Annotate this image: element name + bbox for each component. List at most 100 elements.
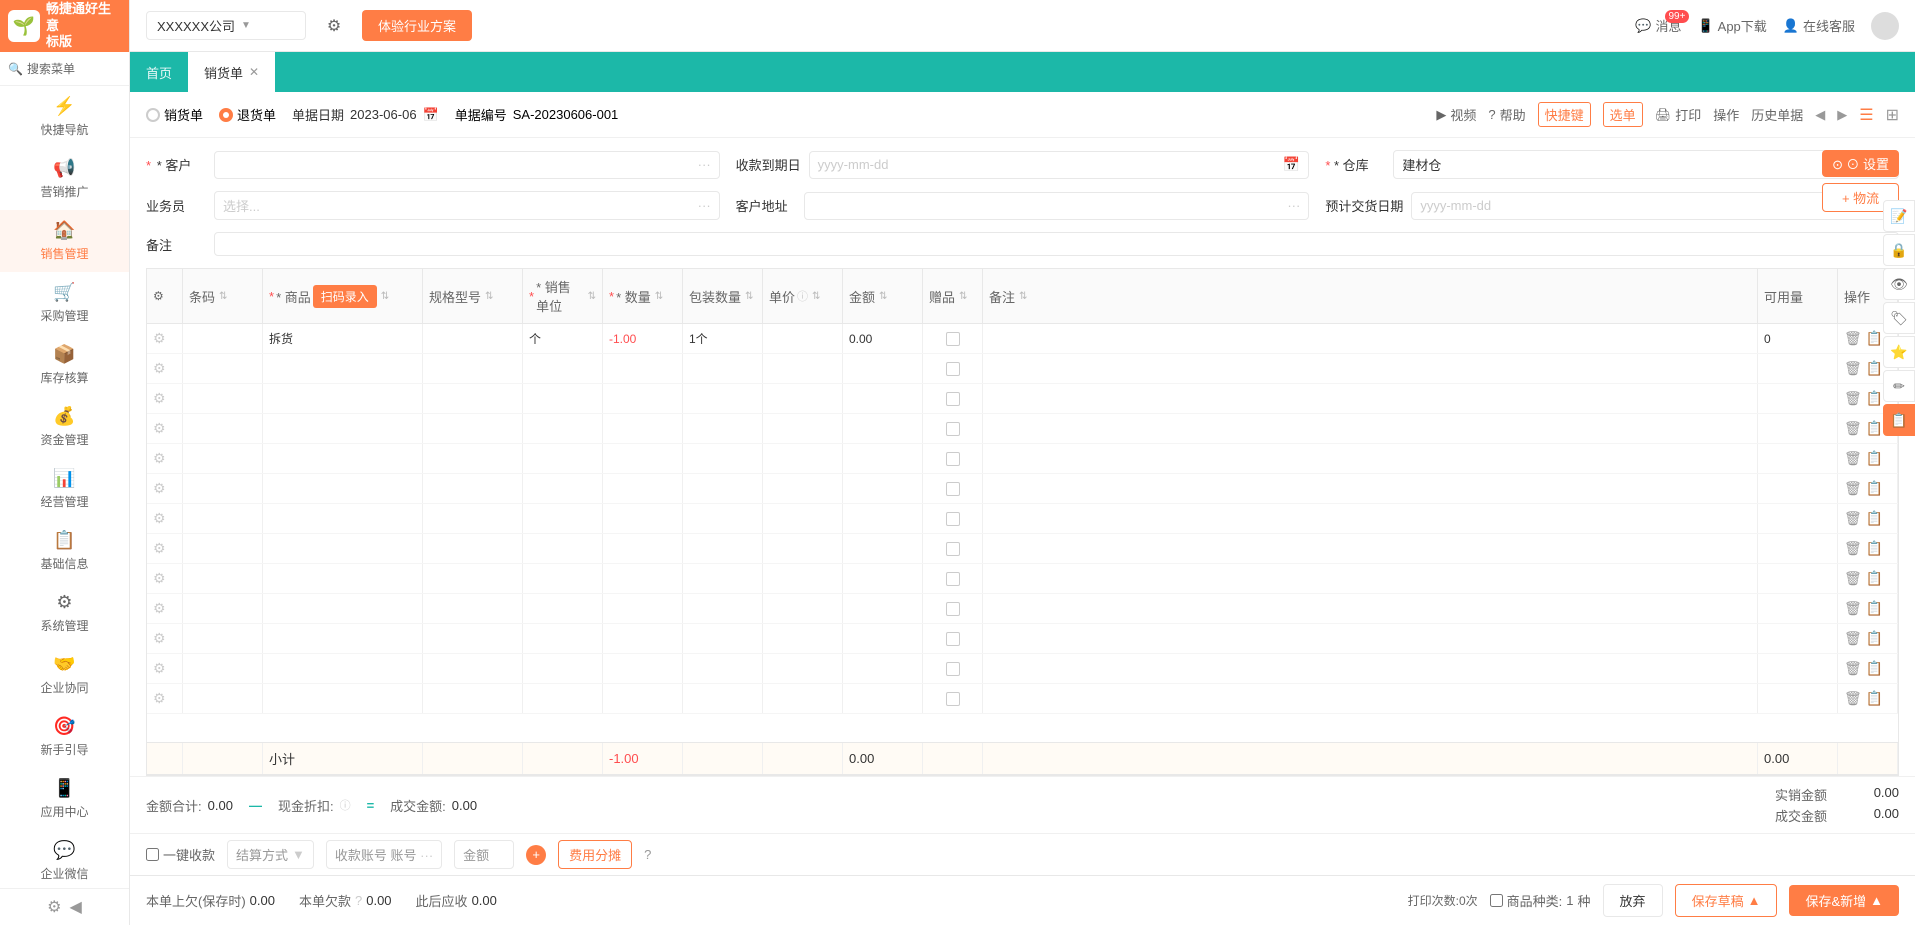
sidebar-item-newbie[interactable]: 🎯 新手引导 (0, 706, 129, 768)
td-barcode[interactable] (183, 354, 263, 383)
due-date-input[interactable]: yyyy-mm-dd 📅 (809, 151, 1310, 179)
td-gift[interactable] (923, 414, 983, 443)
discard-button[interactable]: 放弃 (1603, 884, 1663, 917)
td-amount[interactable] (843, 414, 923, 443)
gift-checkbox[interactable] (946, 632, 960, 646)
copy-row-icon[interactable]: 📋 (1866, 390, 1883, 407)
td-spec[interactable] (423, 594, 523, 623)
sidebar-item-finance[interactable]: 💰 资金管理 (0, 396, 129, 458)
delete-row-icon[interactable]: 🗑 (1844, 690, 1862, 707)
prev-icon[interactable]: ◀ (1815, 107, 1825, 123)
td-product[interactable] (263, 354, 423, 383)
td-price[interactable] (763, 624, 843, 653)
td-pkgqty[interactable] (683, 564, 763, 593)
td-price[interactable] (763, 594, 843, 623)
side-note-button[interactable]: 📝 (1883, 200, 1915, 232)
td-spec[interactable] (423, 684, 523, 713)
sidebar-item-system[interactable]: ⚙ 系统管理 (0, 582, 129, 644)
td-settings[interactable]: ⚙ (147, 324, 183, 353)
td-barcode[interactable] (183, 534, 263, 563)
delete-row-icon[interactable]: 🗑 (1844, 390, 1862, 407)
td-qty[interactable] (603, 414, 683, 443)
td-unit[interactable] (523, 594, 603, 623)
side-eye-button[interactable]: 👁 (1883, 268, 1915, 300)
td-amount[interactable] (843, 534, 923, 563)
gift-checkbox[interactable] (946, 602, 960, 616)
td-amount[interactable] (843, 384, 923, 413)
sidebar-item-basic-info[interactable]: 📋 基础信息 (0, 520, 129, 582)
td-gift[interactable] (923, 384, 983, 413)
td-qty[interactable] (603, 534, 683, 563)
tab-sales-order[interactable]: 销货单 ✕ (188, 52, 275, 92)
copy-row-icon[interactable]: 📋 (1866, 360, 1883, 377)
copy-row-icon[interactable]: 📋 (1866, 510, 1883, 527)
video-action[interactable]: ▶ 视频 (1436, 105, 1476, 124)
td-amount[interactable] (843, 564, 923, 593)
app-download-button[interactable]: 📱 App下载 (1697, 16, 1766, 35)
td-pkgqty[interactable] (683, 474, 763, 503)
company-selector[interactable]: XXXXXX公司 ▼ (146, 11, 306, 40)
td-pkgqty[interactable] (683, 444, 763, 473)
td-spec[interactable] (423, 654, 523, 683)
sort-icon[interactable]: ⇅ (219, 291, 227, 302)
customer-address-input[interactable]: ··· (804, 192, 1310, 220)
td-spec[interactable] (423, 474, 523, 503)
delete-row-icon[interactable]: 🗑 (1844, 660, 1862, 677)
message-button[interactable]: 💬 消息 99+ (1635, 16, 1681, 35)
price-info-icon[interactable]: ⓘ (797, 288, 808, 304)
td-spec[interactable] (423, 564, 523, 593)
td-price[interactable] (763, 504, 843, 533)
copy-row-icon[interactable]: 📋 (1866, 330, 1883, 347)
td-product[interactable] (263, 444, 423, 473)
copy-row-icon[interactable]: 📋 (1866, 450, 1883, 467)
radio-sales[interactable]: 销货单 (146, 105, 203, 124)
td-product[interactable] (263, 624, 423, 653)
copy-row-icon[interactable]: 📋 (1866, 540, 1883, 557)
td-qty[interactable] (603, 444, 683, 473)
copy-row-icon[interactable]: 📋 (1866, 660, 1883, 677)
save-new-button[interactable]: 保存&新增 ▲ (1789, 885, 1899, 916)
td-spec[interactable] (423, 324, 523, 353)
next-icon[interactable]: ▶ (1837, 107, 1847, 123)
copy-row-icon[interactable]: 📋 (1866, 630, 1883, 647)
payment-method-select[interactable]: 结算方式 ▼ (227, 840, 314, 869)
short-help-icon[interactable]: ? (355, 893, 362, 908)
sidebar-item-enterprise[interactable]: 🤝 企业协同 (0, 644, 129, 706)
td-price[interactable] (763, 684, 843, 713)
sidebar-item-inventory[interactable]: 📦 库存核算 (0, 334, 129, 396)
sort-icon[interactable]: ⇅ (1019, 291, 1027, 302)
list-view-icon[interactable]: ☰ (1859, 105, 1873, 125)
td-product[interactable] (263, 384, 423, 413)
side-action-button[interactable]: 📋 (1883, 404, 1915, 436)
gift-checkbox[interactable] (946, 572, 960, 586)
sidebar-item-corp-wechat[interactable]: 💬 企业微信 (0, 830, 129, 888)
td-settings[interactable]: ⚙ (147, 534, 183, 563)
td-amount[interactable] (843, 594, 923, 623)
one-click-pay-checkbox[interactable] (146, 848, 159, 861)
help-action[interactable]: ? 帮助 (1488, 105, 1525, 124)
sidebar-item-purchase[interactable]: 🛒 采购管理 (0, 272, 129, 334)
td-barcode[interactable] (183, 474, 263, 503)
sort-icon[interactable]: ⇅ (959, 291, 967, 302)
sort-icon[interactable]: ⇅ (879, 291, 887, 302)
td-qty[interactable] (603, 594, 683, 623)
td-unit[interactable] (523, 624, 603, 653)
delete-row-icon[interactable]: 🗑 (1844, 510, 1862, 527)
td-settings[interactable]: ⚙ (147, 354, 183, 383)
td-gift[interactable] (923, 654, 983, 683)
calendar-icon[interactable]: 📅 (1283, 156, 1300, 173)
td-product[interactable] (263, 684, 423, 713)
td-remark[interactable] (983, 414, 1758, 443)
tab-home[interactable]: 首页 (130, 52, 188, 92)
td-spec[interactable] (423, 354, 523, 383)
td-qty[interactable] (603, 564, 683, 593)
td-price[interactable] (763, 534, 843, 563)
td-price[interactable] (763, 384, 843, 413)
td-qty[interactable] (603, 684, 683, 713)
td-remark[interactable] (983, 594, 1758, 623)
td-price[interactable] (763, 354, 843, 383)
td-remark[interactable] (983, 564, 1758, 593)
td-qty[interactable] (603, 474, 683, 503)
td-amount[interactable] (843, 654, 923, 683)
td-gift[interactable] (923, 474, 983, 503)
